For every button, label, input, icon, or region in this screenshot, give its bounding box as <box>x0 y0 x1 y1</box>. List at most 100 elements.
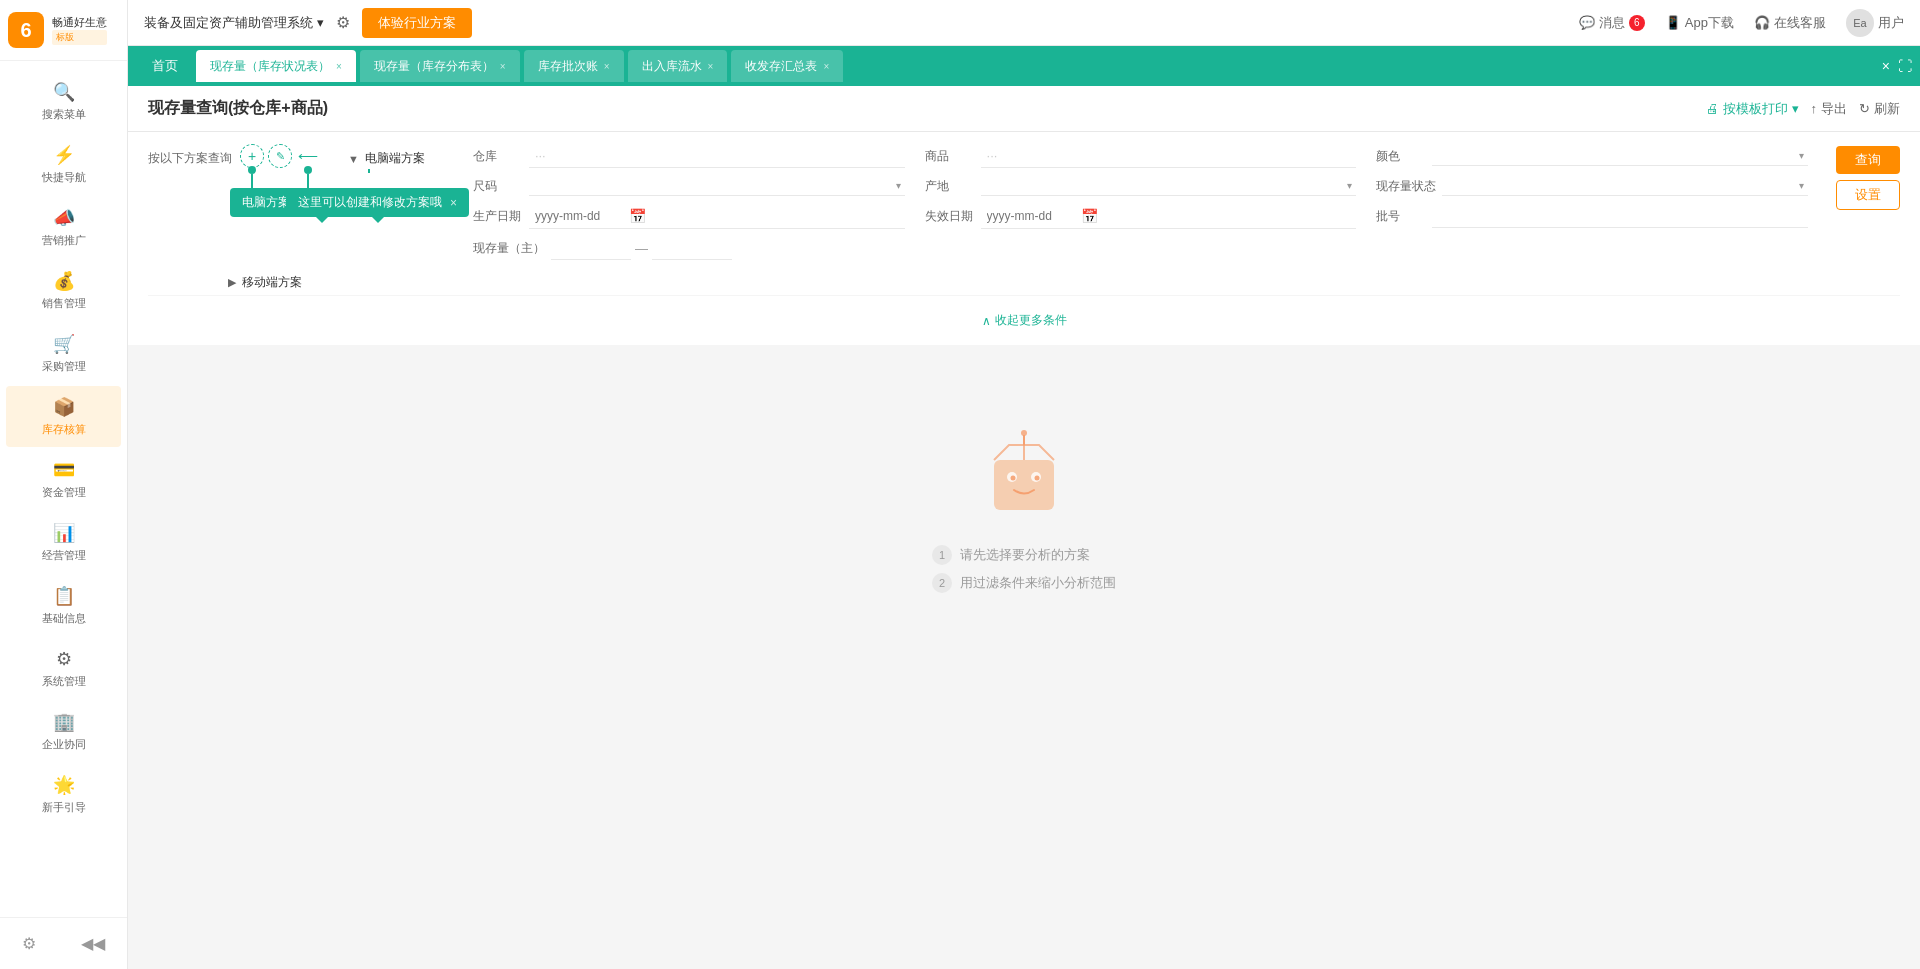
filter-section: 按以下方案查询 + <box>128 132 1920 345</box>
scheme-pc-label[interactable]: 电脑端方案 <box>365 150 425 167</box>
stock-status-select[interactable]: ▾ <box>1442 176 1808 196</box>
expire-date-field[interactable] <box>987 209 1077 223</box>
sidebar-item-guide[interactable]: 🌟新手引导 <box>6 764 121 825</box>
collapse-button[interactable]: ∧ 收起更多条件 <box>982 304 1067 337</box>
tab-inventory-status-close[interactable]: × <box>336 61 342 72</box>
tab-batch[interactable]: 库存批次账 × <box>524 50 624 82</box>
guide-icon: 🌟 <box>53 774 75 796</box>
refresh-button[interactable]: ↻ 刷新 <box>1859 100 1900 118</box>
basic-label: 基础信息 <box>42 611 86 626</box>
export-button[interactable]: ↑ 导出 <box>1811 100 1848 118</box>
app-logo: 6 畅通好生意 标版 <box>0 0 127 61</box>
inventory-label: 库存核算 <box>42 422 86 437</box>
message-button[interactable]: 💬 消息 6 <box>1579 14 1645 32</box>
sidebar-item-quick[interactable]: ⚡快捷导航 <box>6 134 121 195</box>
edit-scheme-button[interactable]: ✎ <box>268 144 292 168</box>
goods-select[interactable]: ··· <box>981 144 1357 168</box>
origin-select-arrow: ▾ <box>1347 180 1352 191</box>
stock-main-sep: — <box>635 241 648 256</box>
sidebar-item-sales[interactable]: 💰销售管理 <box>6 260 121 321</box>
online-support-button[interactable]: 🎧 在线客服 <box>1754 14 1826 32</box>
sidebar-item-marketing[interactable]: 📣营销推广 <box>6 197 121 258</box>
topbar-settings-icon[interactable]: ⚙ <box>336 13 350 32</box>
tabbar: 首页 现存量（库存状况表） × 现存量（库存分布表） × 库存批次账 × 出入库… <box>128 46 1920 86</box>
tab-collect[interactable]: 收发存汇总表 × <box>731 50 843 82</box>
mobile-scheme-label[interactable]: 移动端方案 <box>242 274 302 291</box>
scheme-mobile-row <box>368 169 425 173</box>
collapse-sidebar-icon[interactable]: ◀◀ <box>77 930 109 957</box>
tab-inout-label: 出入库流水 <box>642 58 702 75</box>
goods-dots: ··· <box>987 148 998 163</box>
tab-inout[interactable]: 出入库流水 × <box>628 50 728 82</box>
sidebar-item-system[interactable]: ⚙系统管理 <box>6 638 121 699</box>
message-icon: 💬 <box>1579 15 1595 30</box>
expire-date-calendar-icon[interactable]: 📅 <box>1081 208 1098 224</box>
system-name: 装备及固定资产辅助管理系统 <box>144 14 313 32</box>
tab-inventory-dist[interactable]: 现存量（库存分布表） × <box>360 50 520 82</box>
tab-inventory-dist-close[interactable]: × <box>500 61 506 72</box>
sidebar-item-operation[interactable]: 📊经营管理 <box>6 512 121 573</box>
message-label: 消息 <box>1599 14 1625 32</box>
tab-collect-close[interactable]: × <box>823 61 829 72</box>
operation-label: 经营管理 <box>42 548 86 563</box>
prod-date-field[interactable] <box>535 209 625 223</box>
sidebar-item-basic[interactable]: 📋基础信息 <box>6 575 121 636</box>
tab-inout-close[interactable]: × <box>708 61 714 72</box>
tooltip2-close[interactable]: × <box>450 196 457 210</box>
empty-state: 1 请先选择要分析的方案 2 用过滤条件来缩小分析范围 <box>128 345 1920 673</box>
topbar-left: 装备及固定资产辅助管理系统 ▾ ⚙ 体验行业方案 <box>144 8 472 38</box>
system-selector[interactable]: 装备及固定资产辅助管理系统 ▾ <box>144 14 324 32</box>
tab-expand-icon[interactable]: ⛶ <box>1898 58 1912 74</box>
batch-no-input[interactable] <box>1432 205 1808 228</box>
user-menu[interactable]: Ea 用户 <box>1846 9 1904 37</box>
size-label: 尺码 <box>473 178 523 195</box>
expire-date-input[interactable]: 📅 <box>981 204 1357 229</box>
app-download-button[interactable]: 📱 App下载 <box>1665 14 1734 32</box>
search-icon: 🔍 <box>53 81 75 103</box>
color-label: 颜色 <box>1376 148 1426 165</box>
enterprise-label: 企业协同 <box>42 737 86 752</box>
tab-close-all-icon[interactable]: × <box>1882 58 1890 74</box>
query-button[interactable]: 查询 <box>1836 146 1900 174</box>
tooltip2-container: 这里可以创建和修改方案哦 × <box>286 188 469 217</box>
empty-icon <box>974 425 1074 525</box>
filter-field-goods: 商品 ··· <box>925 144 1357 168</box>
sidebar-item-finance[interactable]: 💳资金管理 <box>6 449 121 510</box>
tab-inventory-status-label: 现存量（库存状况表） <box>210 58 330 75</box>
warehouse-select[interactable]: ··· <box>529 144 905 168</box>
solution-button[interactable]: 体验行业方案 <box>362 8 472 38</box>
setting-button[interactable]: 设置 <box>1836 180 1900 210</box>
tip2-num: 2 <box>932 573 952 593</box>
refresh-label: 刷新 <box>1874 100 1900 118</box>
color-select-arrow: ▾ <box>1799 150 1804 161</box>
tab-home[interactable]: 首页 <box>136 46 194 86</box>
tab-inventory-status[interactable]: 现存量（库存状况表） × <box>196 50 356 82</box>
system-label: 系统管理 <box>42 674 86 689</box>
size-select[interactable]: ▾ <box>529 176 905 196</box>
scheme-arrow-button[interactable]: ⟵ <box>296 144 320 168</box>
sales-label: 销售管理 <box>42 296 86 311</box>
finance-icon: 💳 <box>53 459 75 481</box>
prod-date-calendar-icon[interactable]: 📅 <box>629 208 646 224</box>
add-scheme-wrapper: + 电脑方案可设为移动方案哦 × <box>240 144 264 168</box>
origin-select[interactable]: ▾ <box>981 176 1357 196</box>
settings-bottom-icon[interactable]: ⚙ <box>18 930 40 957</box>
sidebar-item-search[interactable]: 🔍搜索菜单 <box>6 71 121 132</box>
filter-field-size: 尺码 ▾ <box>473 176 905 196</box>
inventory-icon: 📦 <box>53 396 75 418</box>
tooltip2-popup: 这里可以创建和修改方案哦 × <box>286 188 469 217</box>
sidebar-item-purchase[interactable]: 🛒采购管理 <box>6 323 121 384</box>
print-button[interactable]: 🖨 按模板打印 ▾ <box>1706 100 1799 118</box>
enterprise-icon: 🏢 <box>53 711 75 733</box>
prod-date-input[interactable]: 📅 <box>529 204 905 229</box>
sidebar-item-enterprise[interactable]: 🏢 企业协同 <box>6 701 121 762</box>
add-scheme-button[interactable]: + <box>240 144 264 168</box>
tooltip2-text: 这里可以创建和修改方案哦 <box>298 194 442 211</box>
tab-batch-close[interactable]: × <box>604 61 610 72</box>
stock-main-to[interactable] <box>652 237 732 260</box>
goods-label: 商品 <box>925 148 975 165</box>
sidebar-item-inventory[interactable]: 📦 库存核算 <box>6 386 121 447</box>
stock-main-from[interactable] <box>551 237 631 260</box>
color-select[interactable]: ▾ <box>1432 146 1808 166</box>
logo-text-line2: 标版 <box>52 30 107 45</box>
